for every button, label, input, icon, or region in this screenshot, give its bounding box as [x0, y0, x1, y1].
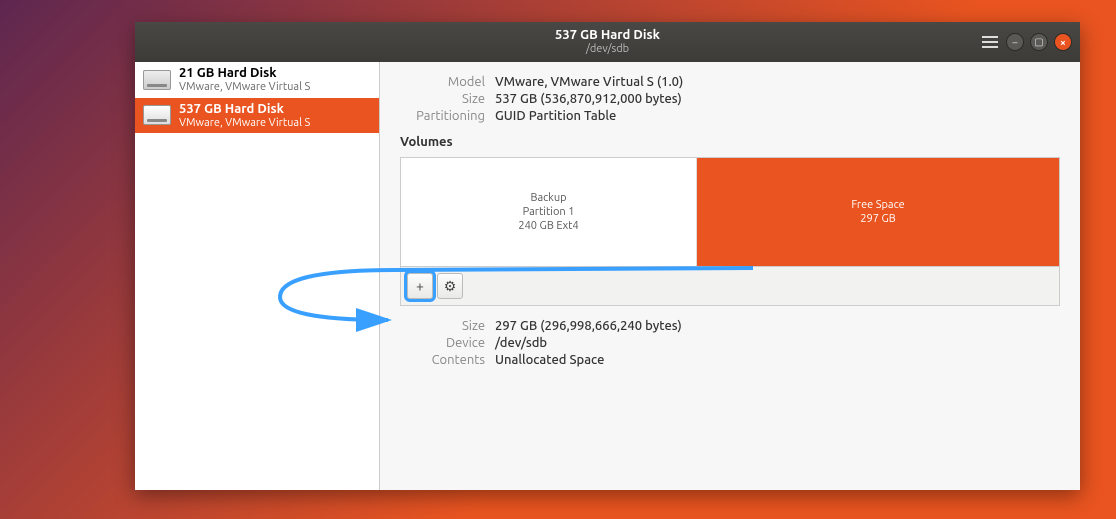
- partition-settings-button[interactable]: ⚙: [437, 273, 463, 299]
- volume-toolbar: + ⚙: [401, 266, 1059, 305]
- sel-size-label: Size: [400, 319, 485, 333]
- hard-disk-icon: [143, 70, 171, 90]
- sel-device-value: /dev/sdb: [495, 336, 547, 350]
- minimize-button[interactable]: –: [1006, 33, 1024, 51]
- add-partition-button[interactable]: +: [407, 273, 433, 299]
- window-subtitle: /dev/sdb: [135, 43, 1080, 56]
- disk-desc: VMware, VMware Virtual S: [179, 117, 310, 130]
- sel-size-value: 297 GB (296,998,666,240 bytes): [495, 319, 682, 333]
- disk-desc: VMware, VMware Virtual S: [179, 81, 310, 94]
- volume-line2: Partition 1: [523, 205, 575, 219]
- disk-name: 537 GB Hard Disk: [179, 102, 310, 117]
- volumes-heading: Volumes: [400, 135, 1060, 149]
- disk-sidebar: 21 GB Hard Disk VMware, VMware Virtual S…: [135, 62, 380, 490]
- sel-device-label: Device: [400, 336, 485, 350]
- partitioning-label: Partitioning: [400, 109, 485, 123]
- volume-slice-free[interactable]: Free Space 297 GB: [697, 158, 1059, 266]
- content-area: 21 GB Hard Disk VMware, VMware Virtual S…: [135, 62, 1080, 490]
- volume-line2: 297 GB: [860, 212, 895, 226]
- size-value: 537 GB (536,870,912,000 bytes): [495, 92, 682, 106]
- disk-text: 21 GB Hard Disk VMware, VMware Virtual S: [179, 66, 310, 94]
- model-label: Model: [400, 75, 485, 89]
- kv-partitioning: Partitioning GUID Partition Table: [400, 109, 1060, 123]
- hard-disk-icon: [143, 105, 171, 125]
- main-panel: Model VMware, VMware Virtual S (1.0) Siz…: [380, 62, 1080, 490]
- volume-slice-backup[interactable]: Backup Partition 1 240 GB Ext4: [401, 158, 697, 266]
- disks-window: 537 GB Hard Disk /dev/sdb – ▢ × 21 GB Ha…: [135, 22, 1080, 490]
- kv-size: Size 537 GB (536,870,912,000 bytes): [400, 92, 1060, 106]
- model-value: VMware, VMware Virtual S (1.0): [495, 75, 683, 89]
- window-title: 537 GB Hard Disk: [135, 28, 1080, 44]
- kv-model: Model VMware, VMware Virtual S (1.0): [400, 75, 1060, 89]
- volume-title: Free Space: [851, 198, 904, 212]
- kv-sel-contents: Contents Unallocated Space: [400, 353, 1060, 367]
- disk-text: 537 GB Hard Disk VMware, VMware Virtual …: [179, 102, 310, 130]
- volume-bar: Backup Partition 1 240 GB Ext4 Free Spac…: [401, 158, 1059, 266]
- gear-icon: ⚙: [444, 278, 457, 295]
- plus-icon: +: [416, 278, 424, 294]
- title-center: 537 GB Hard Disk /dev/sdb: [135, 28, 1080, 57]
- partitioning-value: GUID Partition Table: [495, 109, 616, 123]
- maximize-button[interactable]: ▢: [1030, 33, 1048, 51]
- close-button[interactable]: ×: [1054, 33, 1072, 51]
- sel-contents-label: Contents: [400, 353, 485, 367]
- kv-sel-size: Size 297 GB (296,998,666,240 bytes): [400, 319, 1060, 333]
- volume-line3: 240 GB Ext4: [518, 219, 578, 233]
- sel-contents-value: Unallocated Space: [495, 353, 604, 367]
- titlebar: 537 GB Hard Disk /dev/sdb – ▢ ×: [135, 22, 1080, 62]
- menu-icon[interactable]: [980, 32, 1000, 52]
- window-controls: – ▢ ×: [980, 32, 1072, 52]
- kv-sel-device: Device /dev/sdb: [400, 336, 1060, 350]
- size-label: Size: [400, 92, 485, 106]
- volume-title: Backup: [531, 191, 567, 205]
- sidebar-item-disk-0[interactable]: 21 GB Hard Disk VMware, VMware Virtual S: [135, 62, 379, 98]
- sidebar-item-disk-1[interactable]: 537 GB Hard Disk VMware, VMware Virtual …: [135, 98, 379, 134]
- volumes-box: Backup Partition 1 240 GB Ext4 Free Spac…: [400, 157, 1060, 306]
- disk-name: 21 GB Hard Disk: [179, 66, 310, 81]
